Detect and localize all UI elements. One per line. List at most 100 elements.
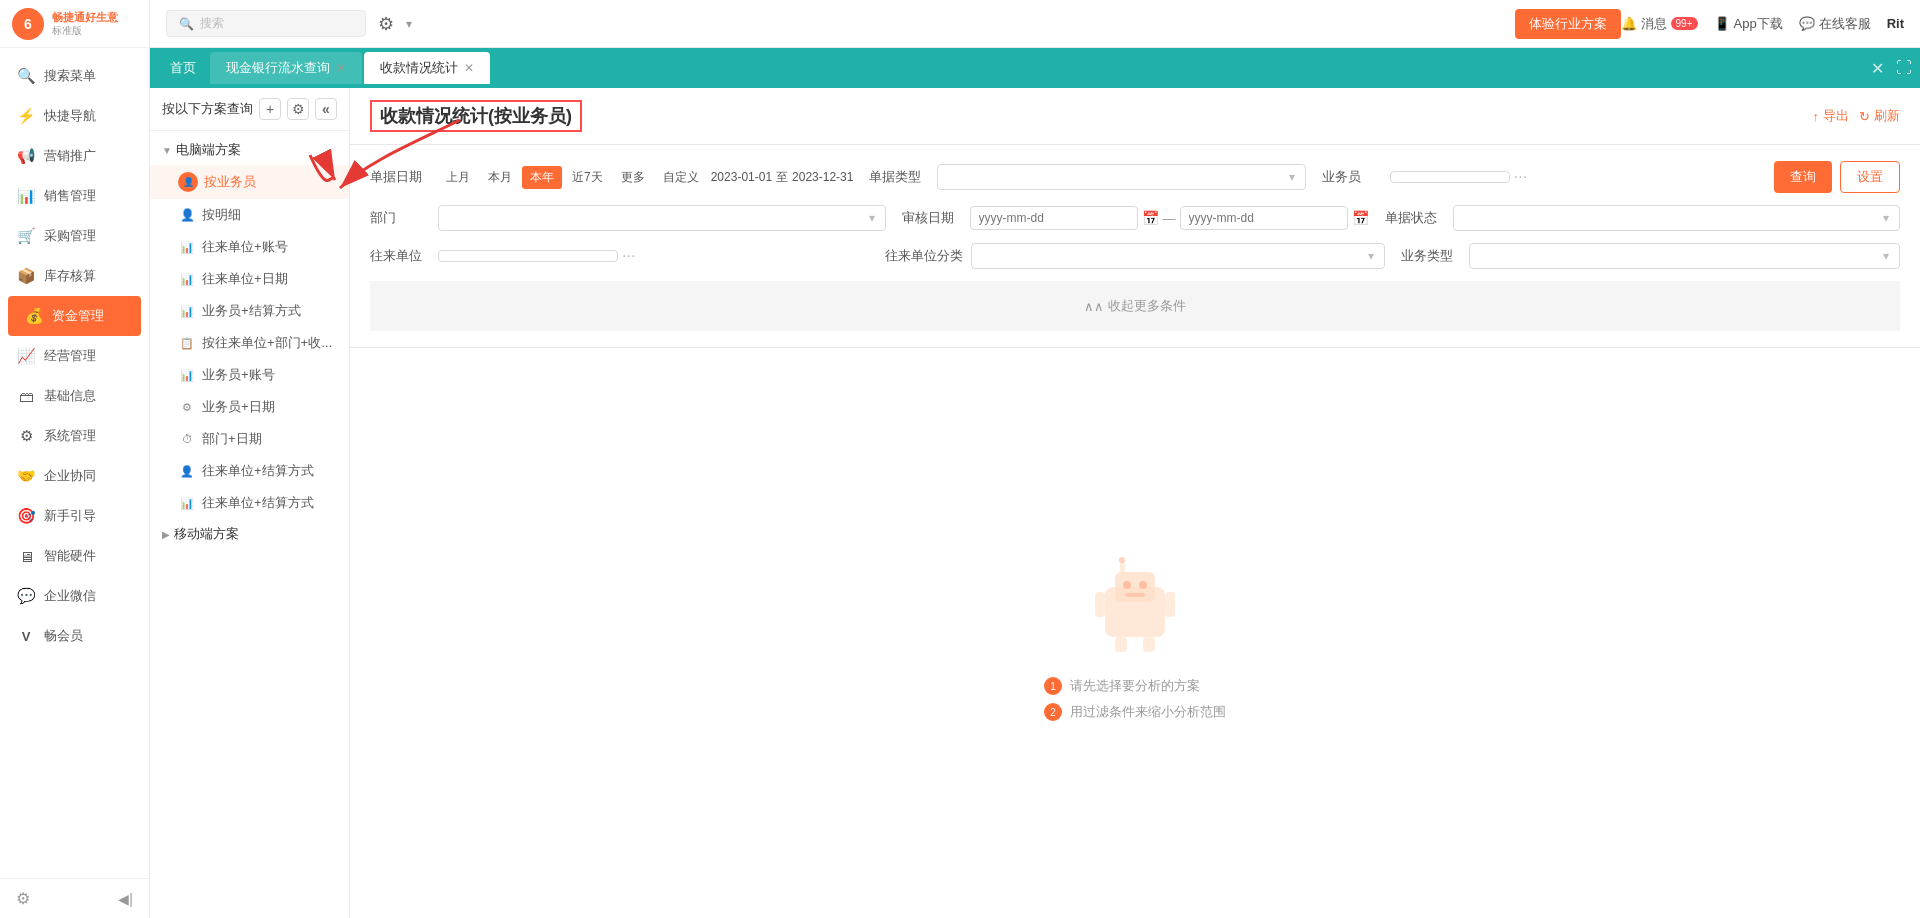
sidebar-item-operation[interactable]: 📈 经营管理 [0, 336, 149, 376]
tree-pc-arrow-icon: ▼ [162, 145, 172, 156]
tree-item-partner-account[interactable]: 📊 往来单位+账号 [150, 231, 349, 263]
tree-item-partner-date[interactable]: 📊 往来单位+日期 [150, 263, 349, 295]
tab-bank-close-icon[interactable]: ✕ [336, 61, 346, 75]
hardware-icon: 🖥 [16, 546, 36, 566]
sidebar-item-inventory[interactable]: 📦 库存核算 [0, 256, 149, 296]
sidebar-item-sales[interactable]: 📊 销售管理 [0, 176, 149, 216]
tree-item-by-salesperson[interactable]: 👤 按业务员 [150, 165, 349, 199]
sidebar-settings-icon[interactable]: ⚙ [16, 889, 30, 908]
biz-type-label: 业务类型 [1401, 247, 1461, 265]
partner-classify-select[interactable]: ▾ [971, 243, 1384, 269]
collapse-up-icon: ∧∧ [1084, 299, 1104, 314]
sidebar-item-marketing[interactable]: 📢 营销推广 [0, 136, 149, 176]
date-tab-7days[interactable]: 近7天 [564, 166, 611, 189]
user-name[interactable]: Rit [1887, 16, 1904, 31]
tab-bank[interactable]: 现金银行流水查询 ✕ [210, 52, 362, 84]
dept-select[interactable]: ▾ [438, 205, 886, 231]
notification-item[interactable]: 🔔 消息 99+ [1621, 15, 1698, 33]
audit-start-cal-icon[interactable]: 📅 [1142, 210, 1159, 226]
tree-item-salesperson-date[interactable]: ⚙ 业务员+日期 [150, 391, 349, 423]
tree-item-dept-date[interactable]: ⏱ 部门+日期 [150, 423, 349, 455]
tab-fullscreen-icon[interactable]: ⛶ [1896, 59, 1912, 77]
sidebar-item-guide[interactable]: 🎯 新手引导 [0, 496, 149, 536]
scheme-actions: + ⚙ « [259, 98, 337, 120]
date-tab-this-year[interactable]: 本年 [522, 166, 562, 189]
sidebar-item-system[interactable]: ⚙ 系统管理 [0, 416, 149, 456]
biz-type-dropdown-icon: ▾ [1883, 249, 1889, 263]
refresh-button[interactable]: ↻ 刷新 [1859, 107, 1900, 125]
tree-item-by-detail[interactable]: 👤 按明细 [150, 199, 349, 231]
empty-robot-illustration [1075, 537, 1195, 657]
scheme-collapse-button[interactable]: « [315, 98, 337, 120]
salesperson-field: 业务员 ··· [1322, 168, 1758, 186]
basic-icon: 🗃 [16, 386, 36, 406]
empty-tip-2: 2 用过滤条件来缩小分析范围 [1044, 703, 1226, 721]
page-content: 按以下方案查询 + ⚙ « ▼ 电脑端方案 👤 按业务员 [150, 88, 1920, 918]
tab-collection-close-icon[interactable]: ✕ [464, 61, 474, 75]
query-button[interactable]: 查询 [1774, 161, 1832, 193]
sidebar-item-search[interactable]: 🔍 搜索菜单 [0, 56, 149, 96]
doc-type-select[interactable]: ▾ [937, 164, 1305, 190]
dept-label: 部门 [370, 209, 430, 227]
salesperson-settle-icon: 📊 [178, 302, 196, 320]
sidebar-collapse-icon[interactable]: ◀| [118, 891, 133, 907]
topbar-settings-icon[interactable]: ⚙ [378, 13, 394, 35]
tree-mobile-arrow-icon: ▶ [162, 529, 170, 540]
sidebar-item-purchase[interactable]: 🛒 采购管理 [0, 216, 149, 256]
online-service-item[interactable]: 💬 在线客服 [1799, 15, 1871, 33]
app-download-item[interactable]: 📱 App下载 [1714, 15, 1783, 33]
sidebar-item-collab[interactable]: 🤝 企业协同 [0, 456, 149, 496]
sidebar-item-hardware[interactable]: 🖥 智能硬件 [0, 536, 149, 576]
partner-select[interactable] [438, 250, 618, 262]
sidebar-item-finance[interactable]: 💰 资金管理 [8, 296, 141, 336]
search-row-1: 单据日期 上月 本月 本年 近7天 更多 自定义 2023- [370, 161, 1900, 193]
date-tab-this-month[interactable]: 本月 [480, 166, 520, 189]
tree-item-salesperson-account[interactable]: 📊 业务员+账号 [150, 359, 349, 391]
svg-rect-7 [1115, 637, 1127, 652]
sidebar-item-quicknav[interactable]: ⚡ 快捷导航 [0, 96, 149, 136]
scheme-settings-button[interactable]: ⚙ [287, 98, 309, 120]
search-row-3: 往来单位 ··· 往来单位分类 ▾ [370, 243, 1900, 269]
quicknav-icon: ⚡ [16, 106, 36, 126]
partner-account-icon: 📊 [178, 238, 196, 256]
right-content: 收款情况统计(按业务员) ↑ 导出 ↻ 刷新 [350, 88, 1920, 918]
svg-rect-1 [1115, 572, 1155, 602]
app-icon: 📱 [1714, 16, 1730, 31]
tab-close-all-icon[interactable]: ✕ [1871, 59, 1884, 78]
tree-item-partner-settle[interactable]: 👤 往来单位+结算方式 [150, 455, 349, 487]
topbar-search-box[interactable]: 🔍 搜索 [166, 10, 366, 37]
partner-more-icon[interactable]: ··· [622, 247, 635, 265]
doc-status-select[interactable]: ▾ [1453, 205, 1901, 231]
doc-type-field: 单据类型 ▾ [869, 164, 1305, 190]
vip-icon: V [16, 626, 36, 646]
salesperson-select[interactable] [1390, 171, 1510, 183]
tree-item-salesperson-settle[interactable]: 📊 业务员+结算方式 [150, 295, 349, 327]
date-tab-custom[interactable]: 自定义 [655, 166, 707, 189]
tab-home[interactable]: 首页 [158, 52, 208, 84]
date-range-display: 2023-01-01 至 2023-12-31 [711, 169, 854, 186]
sidebar-item-vip[interactable]: V 畅会员 [0, 616, 149, 656]
date-tab-last-month[interactable]: 上月 [438, 166, 478, 189]
salesperson-more-icon[interactable]: ··· [1514, 168, 1527, 186]
tree-group-mobile-header[interactable]: ▶ 移动端方案 [150, 519, 349, 549]
collapse-button[interactable]: ∧∧ 收起更多条件 [1076, 289, 1194, 323]
audit-end-cal-icon[interactable]: 📅 [1352, 210, 1369, 226]
trial-button[interactable]: 体验行业方案 [1515, 9, 1621, 39]
audit-start-input[interactable] [970, 206, 1138, 230]
tree-item-partner-settle2[interactable]: 📊 往来单位+结算方式 [150, 487, 349, 519]
sidebar-item-basic[interactable]: 🗃 基础信息 [0, 376, 149, 416]
tab-collection[interactable]: 收款情况统计 ✕ [364, 52, 490, 84]
scheme-add-button[interactable]: + [259, 98, 281, 120]
date-tab-more[interactable]: 更多 [613, 166, 653, 189]
set-button[interactable]: 设置 [1840, 161, 1900, 193]
tree-group-pc-header[interactable]: ▼ 电脑端方案 [150, 135, 349, 165]
partner-classify-dropdown-icon: ▾ [1368, 249, 1374, 263]
topbar-chevron-icon[interactable]: ▾ [406, 17, 412, 31]
partner-settle-icon: 👤 [178, 462, 196, 480]
biz-type-select[interactable]: ▾ [1469, 243, 1900, 269]
tree-item-by-partner-dept[interactable]: 📋 按往来单位+部门+收... [150, 327, 349, 359]
export-button[interactable]: ↑ 导出 [1813, 107, 1850, 125]
audit-end-input[interactable] [1180, 206, 1348, 230]
doc-type-dropdown-icon: ▾ [1289, 170, 1295, 184]
sidebar-item-wechat[interactable]: 💬 企业微信 [0, 576, 149, 616]
